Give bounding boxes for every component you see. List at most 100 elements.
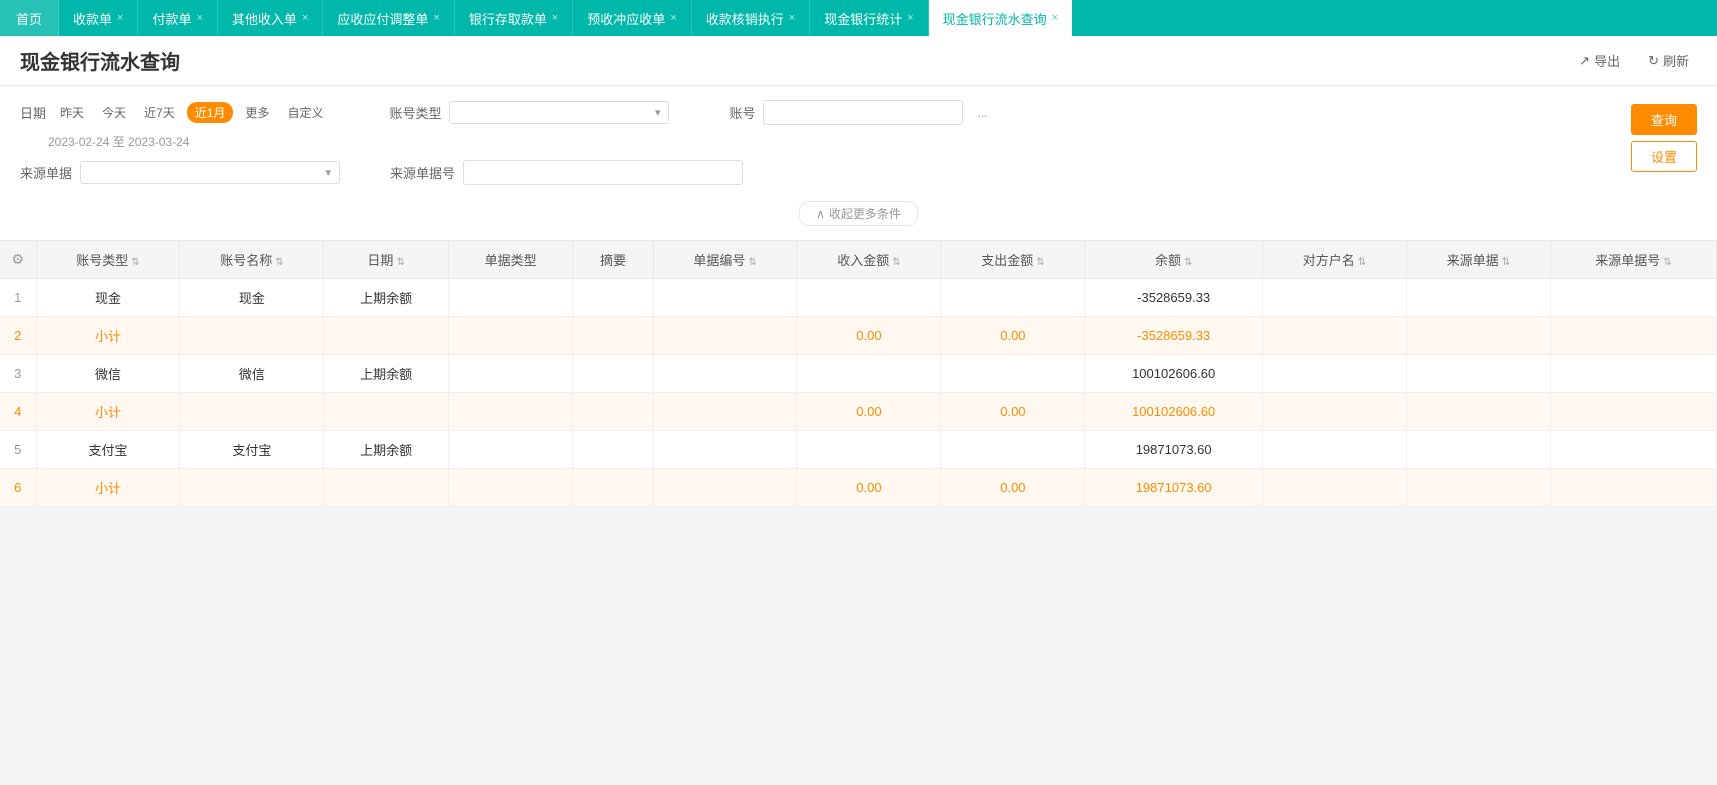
shortcut-today[interactable]: 今天 [96, 102, 132, 123]
data-table: ⚙ 账号类型⇅ 账号名称⇅ 日期⇅ 单据类型 摘要 单据编号⇅ 收入金额⇅ [0, 241, 1717, 507]
table-cell: 上期余额 [324, 431, 449, 469]
source-doc-no-input[interactable] [463, 160, 743, 185]
th-income[interactable]: 收入金额⇅ [797, 241, 941, 279]
date-filter-group: 日期 昨天 今天 近7天 近1月 更多 自定义 [20, 102, 329, 123]
table-cell [1262, 355, 1406, 393]
table-cell [653, 279, 797, 317]
nav-close-icon[interactable]: × [433, 12, 439, 24]
nav-close-active-icon[interactable]: × [1052, 12, 1058, 24]
table-cell: 0.00 [941, 469, 1085, 507]
table-cell [180, 469, 324, 507]
table-cell [573, 279, 653, 317]
account-input[interactable] [763, 100, 963, 125]
collapse-button[interactable]: ∧ 收起更多条件 [799, 201, 918, 226]
sort-icon-source-doc: ⇅ [1502, 257, 1510, 268]
table-cell [448, 355, 573, 393]
query-button[interactable]: 查询 [1631, 104, 1697, 135]
account-type-select[interactable]: ▾ [449, 101, 669, 124]
table-cell: 现金 [180, 279, 324, 317]
shortcut-more[interactable]: 更多 [239, 102, 275, 123]
table-cell: 4 [0, 393, 36, 431]
table-cell [448, 469, 573, 507]
filter-area: 日期 昨天 今天 近7天 近1月 更多 自定义 账号类型 ▾ [0, 86, 1717, 241]
chevron-down-icon-2: ▾ [325, 166, 331, 179]
th-doc-no[interactable]: 单据编号⇅ [653, 241, 797, 279]
source-doc-select[interactable]: ▾ [80, 161, 340, 184]
th-doc-type: 单据类型 [448, 241, 573, 279]
table-header-row: ⚙ 账号类型⇅ 账号名称⇅ 日期⇅ 单据类型 摘要 单据编号⇅ 收入金额⇅ [0, 241, 1717, 279]
th-balance[interactable]: 余额⇅ [1085, 241, 1263, 279]
nav-payment[interactable]: 付款单 × [138, 0, 217, 36]
nav-cash-bank-stat[interactable]: 现金银行统计 × [810, 0, 928, 36]
table-cell: 上期余额 [324, 355, 449, 393]
table-cell: 0.00 [797, 469, 941, 507]
nav-close-icon[interactable]: × [552, 12, 558, 24]
nav-other-income[interactable]: 其他收入单 × [218, 0, 323, 36]
table-cell [1262, 317, 1406, 355]
table-cell [1406, 469, 1550, 507]
th-date[interactable]: 日期⇅ [324, 241, 449, 279]
table-cell: 0.00 [941, 317, 1085, 355]
table-cell [797, 355, 941, 393]
nav-receipt[interactable]: 收款单 × [59, 0, 138, 36]
settings-button[interactable]: 设置 [1631, 141, 1697, 172]
table-cell [324, 393, 449, 431]
th-account-name[interactable]: 账号名称⇅ [180, 241, 324, 279]
table-cell: 5 [0, 431, 36, 469]
sort-icon-account-name: ⇅ [275, 257, 283, 268]
th-counterpart[interactable]: 对方户名⇅ [1262, 241, 1406, 279]
account-more-button[interactable]: ... [971, 102, 993, 124]
shortcut-custom[interactable]: 自定义 [281, 102, 329, 123]
nav-close-icon[interactable]: × [670, 12, 676, 24]
table-cell: 支付宝 [36, 431, 180, 469]
table-cell [1262, 431, 1406, 469]
shortcut-yesterday[interactable]: 昨天 [54, 102, 90, 123]
table-cell [573, 469, 653, 507]
shortcut-7days[interactable]: 近7天 [138, 102, 181, 123]
th-source-doc-no[interactable]: 来源单据号⇅ [1550, 241, 1716, 279]
table-cell [1406, 279, 1550, 317]
account-label: 账号 [729, 103, 755, 122]
nav-bank-deposit[interactable]: 银行存取款单 × [455, 0, 573, 36]
table-cell: 微信 [180, 355, 324, 393]
table-cell: 100102606.60 [1085, 393, 1263, 431]
date-label: 日期 [20, 103, 46, 122]
nav-receipt-verify[interactable]: 收款核销执行 × [692, 0, 810, 36]
table-cell [797, 431, 941, 469]
date-shortcuts: 昨天 今天 近7天 近1月 更多 自定义 [54, 102, 329, 123]
table-cell: 支付宝 [180, 431, 324, 469]
nav-home[interactable]: 首页 [0, 0, 59, 36]
export-button[interactable]: ↗ 导出 [1571, 47, 1628, 74]
table-cell: 6 [0, 469, 36, 507]
nav-close-icon[interactable]: × [907, 12, 913, 24]
table-cell: -3528659.33 [1085, 279, 1263, 317]
shortcut-1month[interactable]: 近1月 [187, 102, 234, 123]
button-group: 查询 设置 [1631, 100, 1697, 172]
table-wrapper: ⚙ 账号类型⇅ 账号名称⇅ 日期⇅ 单据类型 摘要 单据编号⇅ 收入金额⇅ [0, 241, 1717, 507]
table-cell: 2 [0, 317, 36, 355]
th-expense[interactable]: 支出金额⇅ [941, 241, 1085, 279]
nav-close-icon[interactable]: × [302, 12, 308, 24]
table-cell: -3528659.33 [1085, 317, 1263, 355]
refresh-button[interactable]: ↻ 刷新 [1640, 47, 1697, 74]
th-account-type[interactable]: 账号类型⇅ [36, 241, 180, 279]
header-bar: 现金银行流水查询 ↗ 导出 ↻ 刷新 [0, 36, 1717, 86]
th-source-doc[interactable]: 来源单据⇅ [1406, 241, 1550, 279]
nav-close-icon[interactable]: × [196, 12, 202, 24]
table-cell: 小计 [36, 317, 180, 355]
table-cell [653, 355, 797, 393]
th-summary: 摘要 [573, 241, 653, 279]
nav-cash-bank-flow[interactable]: 现金银行流水查询 × [929, 0, 1072, 36]
nav-pre-receipt[interactable]: 预收冲应收单 × [573, 0, 691, 36]
nav-close-icon[interactable]: × [789, 12, 795, 24]
table-cell: 小计 [36, 469, 180, 507]
table-cell [1262, 279, 1406, 317]
gear-icon[interactable]: ⚙ [11, 251, 24, 267]
date-range-display: 2023-02-24 至 2023-03-24 [48, 135, 189, 149]
nav-close-icon[interactable]: × [117, 12, 123, 24]
th-settings: ⚙ [0, 241, 36, 279]
table-cell [180, 317, 324, 355]
table-cell: 上期余额 [324, 279, 449, 317]
nav-ar-ap-adjust[interactable]: 应收应付调整单 × [323, 0, 454, 36]
table-cell: 0.00 [797, 393, 941, 431]
